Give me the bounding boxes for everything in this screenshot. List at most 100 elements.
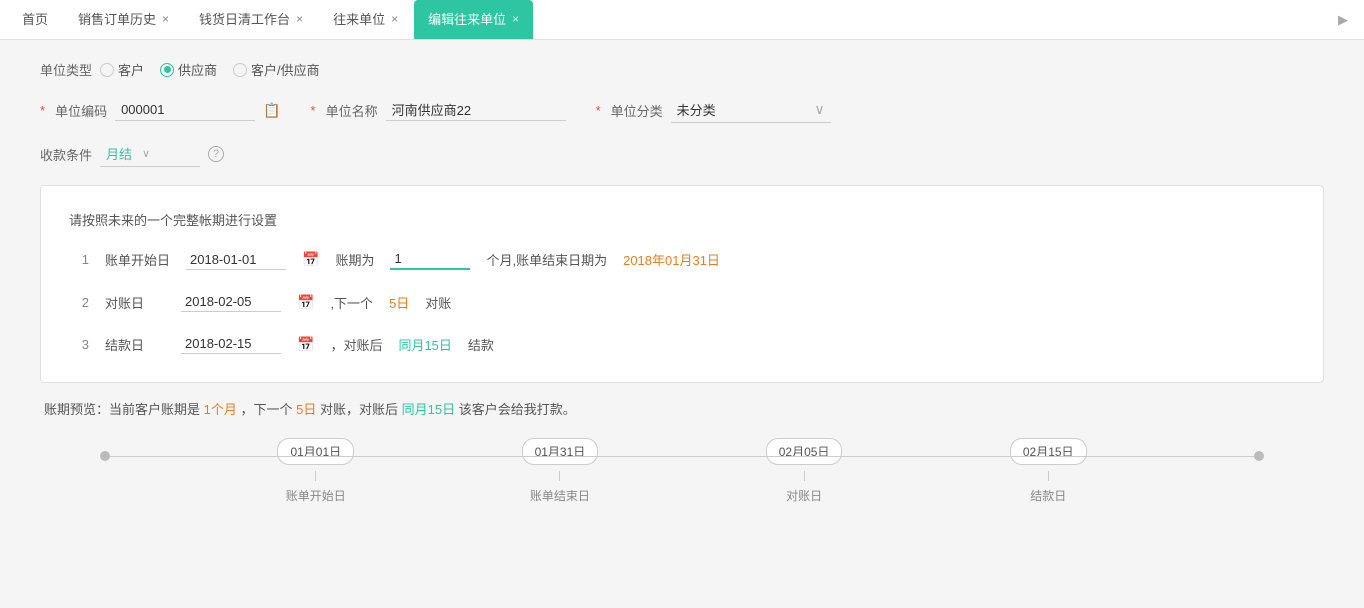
timeline-left-dot	[100, 451, 110, 461]
radio-both-label: 客户/供应商	[251, 60, 320, 79]
period-suffix2-post: 对账	[425, 293, 451, 312]
tab-partner[interactable]: 往来单位 ×	[319, 0, 412, 39]
tab-overflow-arrow[interactable]: ▶	[1330, 0, 1356, 39]
period-end-date-highlight: 2018年01月31日	[623, 250, 720, 269]
preview-part3: 同月15日	[402, 402, 455, 417]
timeline-item-4: 02月15日 结款日	[1010, 438, 1087, 504]
unit-name-label: 单位名称	[326, 101, 378, 120]
timeline-items: 01月01日 账单开始日 01月31日 账单结束日 02月05日 对账日 02月…	[100, 438, 1264, 504]
period-row3-highlight: 同月15日	[398, 335, 451, 354]
timeline-date-3: 02月05日	[766, 438, 843, 465]
unit-code-icon[interactable]: 📋	[263, 102, 280, 119]
unit-type-field: 单位类型 客户 供应商 客户/供应商	[40, 60, 320, 79]
unit-name-input[interactable]	[386, 99, 566, 121]
radio-supplier[interactable]: 供应商	[160, 60, 217, 79]
radio-both[interactable]: 客户/供应商	[233, 60, 320, 79]
payment-terms-select[interactable]: 月结 ∨	[100, 141, 200, 167]
radio-supplier-label: 供应商	[178, 60, 217, 79]
period-calendar-2[interactable]: 📅	[297, 294, 314, 311]
period-label-2: 对账日	[105, 293, 165, 312]
radio-customer-circle	[100, 63, 114, 77]
unit-category-value: 未分类	[677, 100, 716, 119]
timeline-wrapper: 01月01日 账单开始日 01月31日 账单结束日 02月05日 对账日 02月…	[40, 438, 1324, 534]
timeline-end-dot	[1254, 451, 1264, 461]
tab-sales-history[interactable]: 销售订单历史 ×	[64, 0, 183, 39]
tab-sales-history-label: 销售订单历史	[78, 9, 156, 28]
unit-name-field: * 单位名称	[311, 99, 566, 121]
period-suffix-1: 账期为	[335, 250, 374, 269]
payment-terms-label: 收款条件	[40, 145, 92, 164]
timeline-connector-4	[1048, 471, 1049, 481]
unit-info-row: * 单位编码 📋 * 单位名称 * 单位分类 未分类 ∨	[40, 97, 1324, 123]
period-date-1[interactable]	[186, 250, 286, 270]
help-icon[interactable]: ?	[208, 146, 224, 162]
timeline-item-2: 01月31日 账单结束日	[522, 438, 599, 504]
timeline-item-1: 01月01日 账单开始日	[277, 438, 354, 504]
tab-edit-partner-close[interactable]: ×	[512, 12, 519, 26]
unit-category-chevron: ∨	[814, 101, 824, 118]
unit-code-input[interactable]	[115, 99, 255, 121]
period-row-3: 3 结款日 📅 ，对账后 同月15日 结款	[69, 334, 1295, 354]
timeline-connector-2	[559, 471, 560, 481]
timeline-date-1: 01月01日	[277, 438, 354, 465]
period-suffix3-pre: ，对账后	[330, 335, 382, 354]
period-num-1: 1	[69, 252, 89, 267]
tab-cashier[interactable]: 钱货日清工作台 ×	[185, 0, 317, 39]
tab-bar: 首页 销售订单历史 × 钱货日清工作台 × 往来单位 × 编辑往来单位 × ▶	[0, 0, 1364, 40]
period-label-1: 账单开始日	[105, 250, 170, 269]
radio-supplier-circle	[160, 63, 174, 77]
timeline-line	[110, 456, 1254, 457]
period-suffix2-pre: ,下一个	[330, 293, 373, 312]
preview-suffix: 该客户会给我打款。	[459, 402, 576, 417]
payment-terms-value: 月结	[106, 144, 132, 163]
period-months-unit: 个月,账单结束日期为	[486, 250, 607, 269]
timeline-label-4: 结款日	[1030, 487, 1066, 504]
payment-terms-row: 收款条件 月结 ∨ ?	[40, 141, 1324, 167]
preview-part2: 5日	[296, 402, 316, 417]
preview-connector1: ，下一个	[241, 402, 293, 417]
unit-code-required: *	[40, 103, 45, 118]
unit-category-label: 单位分类	[611, 101, 663, 120]
payment-terms-chevron: ∨	[142, 147, 150, 160]
timeline-date-2: 01月31日	[522, 438, 599, 465]
preview-section: 账期预览：当前客户账期是 1个月 ，下一个 5日 对账，对账后 同月15日 该客…	[40, 399, 1324, 418]
tab-edit-partner-label: 编辑往来单位	[428, 9, 506, 28]
period-suffix3-post: 结款	[468, 335, 494, 354]
timeline-start-dot	[100, 451, 110, 461]
tab-cashier-close[interactable]: ×	[296, 12, 303, 26]
period-months-input[interactable]	[390, 249, 470, 270]
period-num-2: 2	[69, 295, 89, 310]
period-row-1: 1 账单开始日 📅 账期为 个月,账单结束日期为 2018年01月31日	[69, 249, 1295, 270]
period-row2-highlight: 5日	[389, 293, 409, 312]
unit-code-field: * 单位编码 📋	[40, 99, 281, 121]
period-num-3: 3	[69, 337, 89, 352]
radio-both-circle	[233, 63, 247, 77]
period-date-2[interactable]	[181, 292, 281, 312]
tab-partner-close[interactable]: ×	[391, 12, 398, 26]
preview-connector2: 对账，对账后	[320, 402, 398, 417]
unit-type-row: 单位类型 客户 供应商 客户/供应商	[40, 60, 1324, 79]
tab-home[interactable]: 首页	[8, 0, 62, 39]
timeline-label-1: 账单开始日	[286, 487, 346, 504]
tab-home-label: 首页	[22, 9, 48, 28]
period-calendar-3[interactable]: 📅	[297, 336, 314, 353]
timeline-connector-3	[804, 471, 805, 481]
period-label-3: 结款日	[105, 335, 165, 354]
unit-category-required: *	[596, 103, 601, 118]
unit-type-radio-group: 客户 供应商 客户/供应商	[100, 60, 320, 79]
tab-edit-partner[interactable]: 编辑往来单位 ×	[414, 0, 533, 39]
period-date-3[interactable]	[181, 334, 281, 354]
unit-category-select[interactable]: 未分类 ∨	[671, 97, 831, 123]
period-title: 请按照未来的一个完整帐期进行设置	[69, 210, 1295, 229]
radio-customer-label: 客户	[118, 60, 144, 79]
tab-partner-label: 往来单位	[333, 9, 385, 28]
unit-code-label: 单位编码	[55, 101, 107, 120]
radio-customer[interactable]: 客户	[100, 60, 144, 79]
tab-sales-history-close[interactable]: ×	[162, 12, 169, 26]
timeline-item-3: 02月05日 对账日	[766, 438, 843, 504]
timeline-date-4: 02月15日	[1010, 438, 1087, 465]
period-calendar-1[interactable]: 📅	[302, 251, 319, 268]
tab-cashier-label: 钱货日清工作台	[199, 9, 290, 28]
timeline-connector-1	[315, 471, 316, 481]
payment-terms-field: 收款条件 月结 ∨ ?	[40, 141, 224, 167]
